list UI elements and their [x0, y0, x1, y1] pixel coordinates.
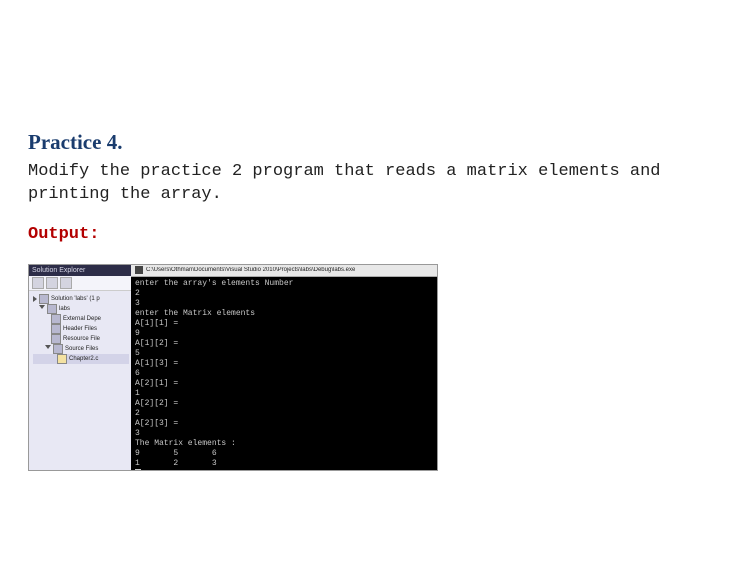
solution-explorer-title: Solution Explorer [29, 265, 131, 276]
tree-item[interactable]: External Depe [33, 314, 129, 324]
solution-explorer-toolbar [29, 276, 131, 291]
tree-item[interactable]: Resource File [33, 334, 129, 344]
tree-item[interactable]: Header Files [33, 324, 129, 334]
cursor [135, 469, 141, 471]
folder-icon [51, 314, 61, 324]
file-icon [57, 354, 67, 364]
solution-tree: Solution 'labs' (1 plabsExternal DepeHea… [29, 291, 131, 364]
sln-icon [39, 294, 49, 304]
tree-item-label: Solution 'labs' (1 p [51, 294, 100, 304]
toolbar-button[interactable] [32, 277, 44, 289]
document-page: Practice 4. Modify the practice 2 progra… [0, 0, 735, 471]
tree-item-label: Resource File [63, 334, 100, 344]
expand-icon[interactable] [33, 296, 37, 302]
console-output: enter the array's elements Number 2 3 en… [131, 277, 437, 471]
screenshot-frame: Solution Explorer Solution 'labs' (1 pla… [28, 264, 438, 471]
toolbar-button[interactable] [60, 277, 72, 289]
solution-explorer-panel: Solution Explorer Solution 'labs' (1 pla… [29, 265, 131, 470]
proj-icon [47, 304, 57, 314]
console-title-text: C:\Users\Othman\Documents\Visual Studio … [146, 267, 355, 273]
console-window: C:\Users\Othman\Documents\Visual Studio … [131, 265, 437, 470]
output-label: Output: [28, 225, 707, 244]
tree-item[interactable]: labs [33, 304, 129, 314]
expand-icon[interactable] [45, 345, 51, 352]
tree-item[interactable]: Source Files [33, 344, 129, 354]
tree-item-label: External Depe [63, 314, 101, 324]
folder-icon [51, 324, 61, 334]
folder-icon [51, 334, 61, 344]
console-titlebar: C:\Users\Othman\Documents\Visual Studio … [131, 265, 437, 277]
tree-item-label: Source Files [65, 344, 98, 354]
app-icon [135, 266, 143, 274]
folder-icon [53, 344, 63, 354]
practice-body: Modify the practice 2 program that reads… [28, 161, 707, 207]
expand-icon[interactable] [39, 305, 45, 312]
tree-item[interactable]: Chapter2.c [33, 354, 129, 364]
tree-item-label: Chapter2.c [69, 354, 98, 364]
tree-item[interactable]: Solution 'labs' (1 p [33, 294, 129, 304]
tree-item-label: Header Files [63, 324, 97, 334]
practice-title: Practice 4. [28, 130, 707, 155]
toolbar-button[interactable] [46, 277, 58, 289]
tree-item-label: labs [59, 304, 70, 314]
console-text: enter the array's elements Number 2 3 en… [135, 279, 293, 468]
